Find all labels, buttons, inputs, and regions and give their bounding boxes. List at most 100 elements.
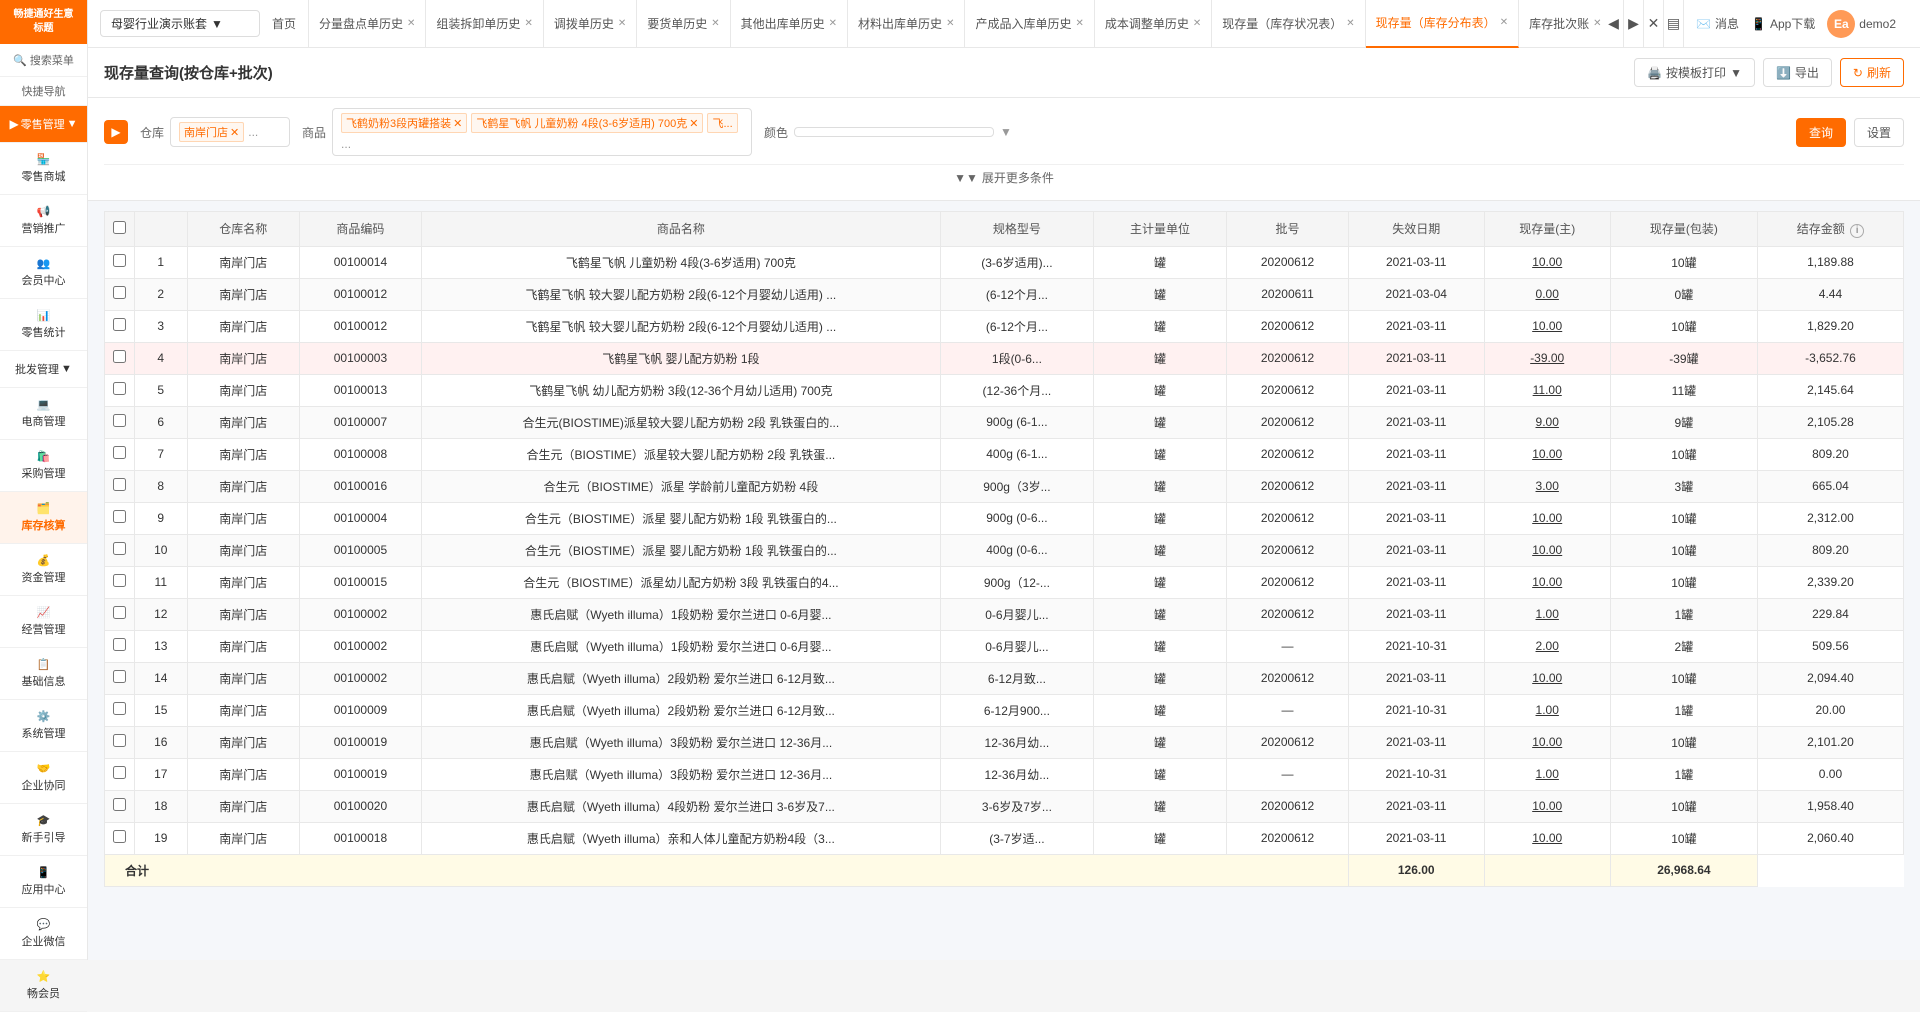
row-checkbox[interactable] — [113, 254, 126, 267]
row-checkbox[interactable] — [113, 766, 126, 779]
row-checkbox[interactable] — [113, 478, 126, 491]
row-checkbox-cell[interactable] — [105, 758, 135, 790]
sidebar-item-wholesale[interactable]: 批发管理 ▼ — [0, 351, 87, 388]
row-checkbox-cell[interactable] — [105, 278, 135, 310]
filter-toggle-btn[interactable]: ▶ — [104, 120, 128, 144]
color-tag-box[interactable] — [794, 127, 994, 137]
sidebar-item-corpwx[interactable]: 💬 企业微信 — [0, 908, 87, 960]
quick-nav[interactable]: 快捷导航 — [0, 77, 87, 106]
row-qty-main[interactable]: 10.00 — [1484, 502, 1610, 534]
row-qty-main[interactable]: 1.00 — [1484, 598, 1610, 630]
tab-close-material[interactable]: ✕ — [946, 18, 954, 29]
settings-btn[interactable]: 设置 — [1854, 118, 1904, 147]
row-checkbox-cell[interactable] — [105, 726, 135, 758]
warehouse-tag-remove[interactable]: ✕ — [230, 126, 239, 139]
message-btn[interactable]: ✉️ 消息 — [1696, 15, 1739, 32]
product-tag-box[interactable]: 飞鹤奶粉3段丙罐搭装 ✕ 飞鹤星飞帆 儿童奶粉 4段(3-6岁适用) 700克 … — [332, 108, 752, 156]
product-tag-2[interactable]: 飞鹤星飞帆 儿童奶粉 4段(3-6岁适用) 700克 ✕ — [471, 113, 703, 133]
row-checkbox-cell[interactable] — [105, 342, 135, 374]
row-qty-main[interactable]: 10.00 — [1484, 566, 1610, 598]
row-checkbox-cell[interactable] — [105, 438, 135, 470]
row-qty-main[interactable]: -39.00 — [1484, 342, 1610, 374]
query-btn[interactable]: 查询 — [1796, 118, 1846, 147]
row-checkbox[interactable] — [113, 702, 126, 715]
sidebar-item-basic[interactable]: 📋 基础信息 — [0, 648, 87, 700]
row-checkbox-cell[interactable] — [105, 790, 135, 822]
amount-info-icon[interactable]: i — [1850, 224, 1864, 238]
sidebar-item-finance[interactable]: 💰 资金管理 — [0, 544, 87, 596]
row-qty-main[interactable]: 10.00 — [1484, 790, 1610, 822]
row-checkbox-cell[interactable] — [105, 598, 135, 630]
tab-close-diaob[interactable]: ✕ — [618, 18, 626, 29]
product-more[interactable]: ... — [341, 137, 351, 151]
tab-close-inventory-status[interactable]: ✕ — [1346, 18, 1354, 29]
user-avatar[interactable]: Ea demo2 — [1827, 10, 1896, 38]
row-checkbox[interactable] — [113, 638, 126, 651]
product-tag-1-remove[interactable]: ✕ — [453, 117, 462, 130]
row-qty-main[interactable]: 10.00 — [1484, 662, 1610, 694]
tab-close-product-in[interactable]: ✕ — [1075, 18, 1083, 29]
tab-diaob[interactable]: 调拨单历史 ✕ — [544, 0, 637, 48]
row-checkbox-cell[interactable] — [105, 694, 135, 726]
tab-close-batch-ledger[interactable]: ✕ — [1593, 18, 1601, 29]
tab-more-btn[interactable]: ▤ — [1664, 0, 1684, 48]
sidebar-item-member[interactable]: 👥 会员中心 — [0, 247, 87, 299]
row-checkbox[interactable] — [113, 446, 126, 459]
warehouse-tag-box[interactable]: 南岸门店 ✕ ... — [170, 117, 290, 147]
row-checkbox-cell[interactable] — [105, 566, 135, 598]
tab-close-zuzhuang[interactable]: ✕ — [524, 18, 532, 29]
row-checkbox[interactable] — [113, 734, 126, 747]
sidebar-search[interactable]: 🔍 搜索菜单 — [0, 44, 87, 77]
sidebar-item-marketing[interactable]: 📢 营销推广 — [0, 195, 87, 247]
tab-close-yaohuo[interactable]: ✕ — [711, 18, 719, 29]
row-checkbox-cell[interactable] — [105, 310, 135, 342]
tab-inventory-status[interactable]: 现存量（库存状况表） ✕ — [1212, 0, 1365, 48]
home-tab[interactable]: 首页 — [260, 0, 309, 48]
tab-cost-adj[interactable]: 成本调整单历史 ✕ — [1095, 0, 1212, 48]
product-tag-2-remove[interactable]: ✕ — [689, 117, 698, 130]
expand-more-btn[interactable]: ▼▼ 展开更多条件 — [104, 164, 1904, 190]
row-checkbox[interactable] — [113, 350, 126, 363]
select-all-checkbox[interactable] — [113, 221, 126, 234]
sidebar-item-purchase[interactable]: 🛍️ 采购管理 — [0, 440, 87, 492]
product-tag-1[interactable]: 飞鹤奶粉3段丙罐搭装 ✕ — [341, 113, 467, 133]
tab-next-btn[interactable]: ▶ — [1624, 0, 1644, 48]
sidebar-item-system[interactable]: ⚙️ 系统管理 — [0, 700, 87, 752]
sidebar-item-newguide[interactable]: 🎓 新手引导 — [0, 804, 87, 856]
row-checkbox[interactable] — [113, 542, 126, 555]
row-qty-main[interactable]: 2.00 — [1484, 630, 1610, 662]
row-qty-main[interactable]: 9.00 — [1484, 406, 1610, 438]
row-checkbox[interactable] — [113, 670, 126, 683]
row-checkbox[interactable] — [113, 606, 126, 619]
tab-batch-ledger[interactable]: 库存批次账 ✕ — [1519, 0, 1604, 48]
row-qty-main[interactable]: 10.00 — [1484, 246, 1610, 278]
app-download-btn[interactable]: 📱 App下载 — [1751, 15, 1815, 32]
tab-product-in[interactable]: 产成品入库单历史 ✕ — [965, 0, 1094, 48]
sidebar-item-retail[interactable]: ▶ 零售管理 ▼ — [0, 106, 87, 143]
row-checkbox[interactable] — [113, 414, 126, 427]
tab-material[interactable]: 材料出库单历史 ✕ — [848, 0, 965, 48]
row-checkbox-cell[interactable] — [105, 502, 135, 534]
row-qty-main[interactable]: 1.00 — [1484, 758, 1610, 790]
row-qty-main[interactable]: 10.00 — [1484, 310, 1610, 342]
sidebar-item-ecommerce[interactable]: 💻 电商管理 — [0, 388, 87, 440]
tab-close-all-btn[interactable]: ✕ — [1644, 0, 1664, 48]
row-checkbox[interactable] — [113, 510, 126, 523]
row-qty-main[interactable]: 10.00 — [1484, 822, 1610, 854]
row-checkbox[interactable] — [113, 286, 126, 299]
sidebar-item-member2[interactable]: ⭐ 畅会员 — [0, 960, 87, 1012]
print-btn[interactable]: 🖨️ 按模板打印 ▼ — [1634, 58, 1755, 87]
tab-inventory-dist[interactable]: 现存量（库存分布表） ✕ — [1366, 0, 1519, 48]
row-qty-main[interactable]: 10.00 — [1484, 726, 1610, 758]
sidebar-item-appcenter[interactable]: 📱 应用中心 — [0, 856, 87, 908]
row-checkbox[interactable] — [113, 574, 126, 587]
row-qty-main[interactable]: 1.00 — [1484, 694, 1610, 726]
tab-prev-btn[interactable]: ◀ — [1604, 0, 1624, 48]
sidebar-item-stats[interactable]: 📊 零售统计 — [0, 299, 87, 351]
tab-fenliang[interactable]: 分量盘点单历史 ✕ — [309, 0, 426, 48]
row-checkbox-cell[interactable] — [105, 630, 135, 662]
tab-other-out[interactable]: 其他出库单历史 ✕ — [731, 0, 848, 48]
refresh-btn[interactable]: ↻ 刷新 — [1840, 58, 1904, 87]
row-qty-main[interactable]: 11.00 — [1484, 374, 1610, 406]
row-qty-main[interactable]: 10.00 — [1484, 534, 1610, 566]
